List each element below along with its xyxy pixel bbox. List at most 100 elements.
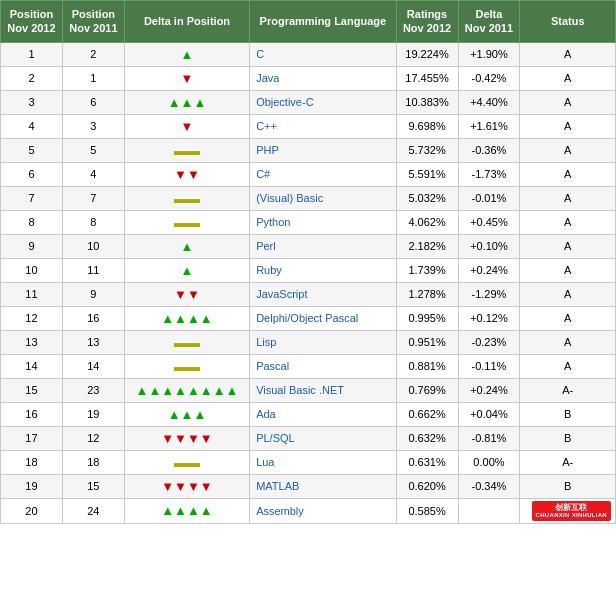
cell-pos-nov2011: 19 xyxy=(62,402,124,426)
table-row: 11 9 ▼▼ JavaScript 1.278% -1.29% A xyxy=(1,282,616,306)
cell-ratings: 9.698% xyxy=(396,114,458,138)
cell-pos-nov2012: 7 xyxy=(1,186,63,210)
header-pos-nov2012: PositionNov 2012 xyxy=(1,1,63,43)
cell-pos-nov2012: 17 xyxy=(1,426,63,450)
cell-delta-nov2011: -0.81% xyxy=(458,426,520,450)
cell-delta: ▼ xyxy=(124,114,249,138)
cell-language: Assembly xyxy=(250,498,396,524)
cell-ratings: 0.620% xyxy=(396,474,458,498)
cell-pos-nov2012: 2 xyxy=(1,66,63,90)
header-language: Programming Language xyxy=(250,1,396,43)
cell-delta-nov2011 xyxy=(458,498,520,524)
table-row: 17 12 ▼▼▼▼ PL/SQL 0.632% -0.81% B xyxy=(1,426,616,450)
cell-language: (Visual) Basic xyxy=(250,186,396,210)
cell-pos-nov2011: 4 xyxy=(62,162,124,186)
cell-pos-nov2011: 13 xyxy=(62,330,124,354)
table-row: 10 11 ▲ Ruby 1.739% +0.24% A xyxy=(1,258,616,282)
cell-delta-nov2011: +1.90% xyxy=(458,42,520,66)
cell-delta-nov2011: -1.73% xyxy=(458,162,520,186)
cell-ratings: 1.278% xyxy=(396,282,458,306)
cell-pos-nov2012: 14 xyxy=(1,354,63,378)
cell-delta-nov2011: -0.36% xyxy=(458,138,520,162)
cell-delta-nov2011: -0.23% xyxy=(458,330,520,354)
cell-pos-nov2012: 13 xyxy=(1,330,63,354)
cell-status: B xyxy=(520,426,616,450)
cell-pos-nov2011: 24 xyxy=(62,498,124,524)
cell-language: C xyxy=(250,42,396,66)
cell-delta: ▬▬ xyxy=(124,450,249,474)
cell-pos-nov2012: 12 xyxy=(1,306,63,330)
header-delta-pos: Delta in Position xyxy=(124,1,249,43)
cell-pos-nov2012: 1 xyxy=(1,42,63,66)
cell-status: A xyxy=(520,162,616,186)
cell-status: B xyxy=(520,474,616,498)
cell-language: Ada xyxy=(250,402,396,426)
cell-delta-nov2011: -0.01% xyxy=(458,186,520,210)
rankings-table: PositionNov 2012 PositionNov 2011 Delta … xyxy=(0,0,616,524)
cell-pos-nov2012: 6 xyxy=(1,162,63,186)
cell-status: A xyxy=(520,210,616,234)
cell-ratings: 0.995% xyxy=(396,306,458,330)
cell-ratings: 0.881% xyxy=(396,354,458,378)
cell-delta-nov2011: -0.11% xyxy=(458,354,520,378)
cell-delta: ▲▲▲ xyxy=(124,90,249,114)
cell-pos-nov2011: 15 xyxy=(62,474,124,498)
table-row: 1 2 ▲ C 19.224% +1.90% A xyxy=(1,42,616,66)
cell-ratings: 5.732% xyxy=(396,138,458,162)
cell-delta-nov2011: 0.00% xyxy=(458,450,520,474)
cell-ratings: 2.182% xyxy=(396,234,458,258)
cell-pos-nov2011: 18 xyxy=(62,450,124,474)
cell-status: 创新互联 CHUANXIN XINHULIAN xyxy=(520,498,616,524)
cell-pos-nov2012: 5 xyxy=(1,138,63,162)
cell-language: Ruby xyxy=(250,258,396,282)
cell-delta: ▲▲▲▲ xyxy=(124,306,249,330)
cell-ratings: 0.662% xyxy=(396,402,458,426)
table-row: 5 5 ▬▬ PHP 5.732% -0.36% A xyxy=(1,138,616,162)
cell-language: Java xyxy=(250,66,396,90)
cell-delta-nov2011: -1.29% xyxy=(458,282,520,306)
table-row: 2 1 ▼ Java 17.455% -0.42% A xyxy=(1,66,616,90)
cell-delta: ▲ xyxy=(124,234,249,258)
table-row: 14 14 ▬▬ Pascal 0.881% -0.11% A xyxy=(1,354,616,378)
table-row: 20 24 ▲▲▲▲ Assembly 0.585% 创新互联 CHUANXIN… xyxy=(1,498,616,524)
cell-pos-nov2011: 14 xyxy=(62,354,124,378)
cell-pos-nov2011: 7 xyxy=(62,186,124,210)
cell-language: C# xyxy=(250,162,396,186)
table-row: 18 18 ▬▬ Lua 0.631% 0.00% A- xyxy=(1,450,616,474)
cell-delta: ▼ xyxy=(124,66,249,90)
cell-delta-nov2011: +0.45% xyxy=(458,210,520,234)
cell-delta: ▼▼▼▼ xyxy=(124,426,249,450)
cell-status: A xyxy=(520,354,616,378)
cell-ratings: 0.632% xyxy=(396,426,458,450)
cell-delta: ▼▼ xyxy=(124,282,249,306)
table-row: 8 8 ▬▬ Python 4.062% +0.45% A xyxy=(1,210,616,234)
cell-language: Delphi/Object Pascal xyxy=(250,306,396,330)
cell-language: Objective-C xyxy=(250,90,396,114)
table-row: 7 7 ▬▬ (Visual) Basic 5.032% -0.01% A xyxy=(1,186,616,210)
cell-status: A xyxy=(520,114,616,138)
cell-language: PL/SQL xyxy=(250,426,396,450)
cell-status: A xyxy=(520,258,616,282)
cell-pos-nov2011: 12 xyxy=(62,426,124,450)
cell-status: A- xyxy=(520,378,616,402)
cell-pos-nov2012: 11 xyxy=(1,282,63,306)
cell-pos-nov2012: 15 xyxy=(1,378,63,402)
cell-ratings: 10.383% xyxy=(396,90,458,114)
cell-language: C++ xyxy=(250,114,396,138)
cell-ratings: 4.062% xyxy=(396,210,458,234)
cell-status: A xyxy=(520,90,616,114)
table-row: 9 10 ▲ Perl 2.182% +0.10% A xyxy=(1,234,616,258)
cell-delta-nov2011: +0.24% xyxy=(458,378,520,402)
cell-ratings: 0.631% xyxy=(396,450,458,474)
cell-delta-nov2011: +0.10% xyxy=(458,234,520,258)
cell-ratings: 19.224% xyxy=(396,42,458,66)
cell-pos-nov2011: 8 xyxy=(62,210,124,234)
cell-language: MATLAB xyxy=(250,474,396,498)
cell-delta: ▲▲▲▲ xyxy=(124,498,249,524)
cell-language: Python xyxy=(250,210,396,234)
cell-language: Visual Basic .NET xyxy=(250,378,396,402)
cell-delta: ▬▬ xyxy=(124,354,249,378)
cell-delta-nov2011: +4.40% xyxy=(458,90,520,114)
cell-status: B xyxy=(520,402,616,426)
table-row: 13 13 ▬▬ Lisp 0.951% -0.23% A xyxy=(1,330,616,354)
